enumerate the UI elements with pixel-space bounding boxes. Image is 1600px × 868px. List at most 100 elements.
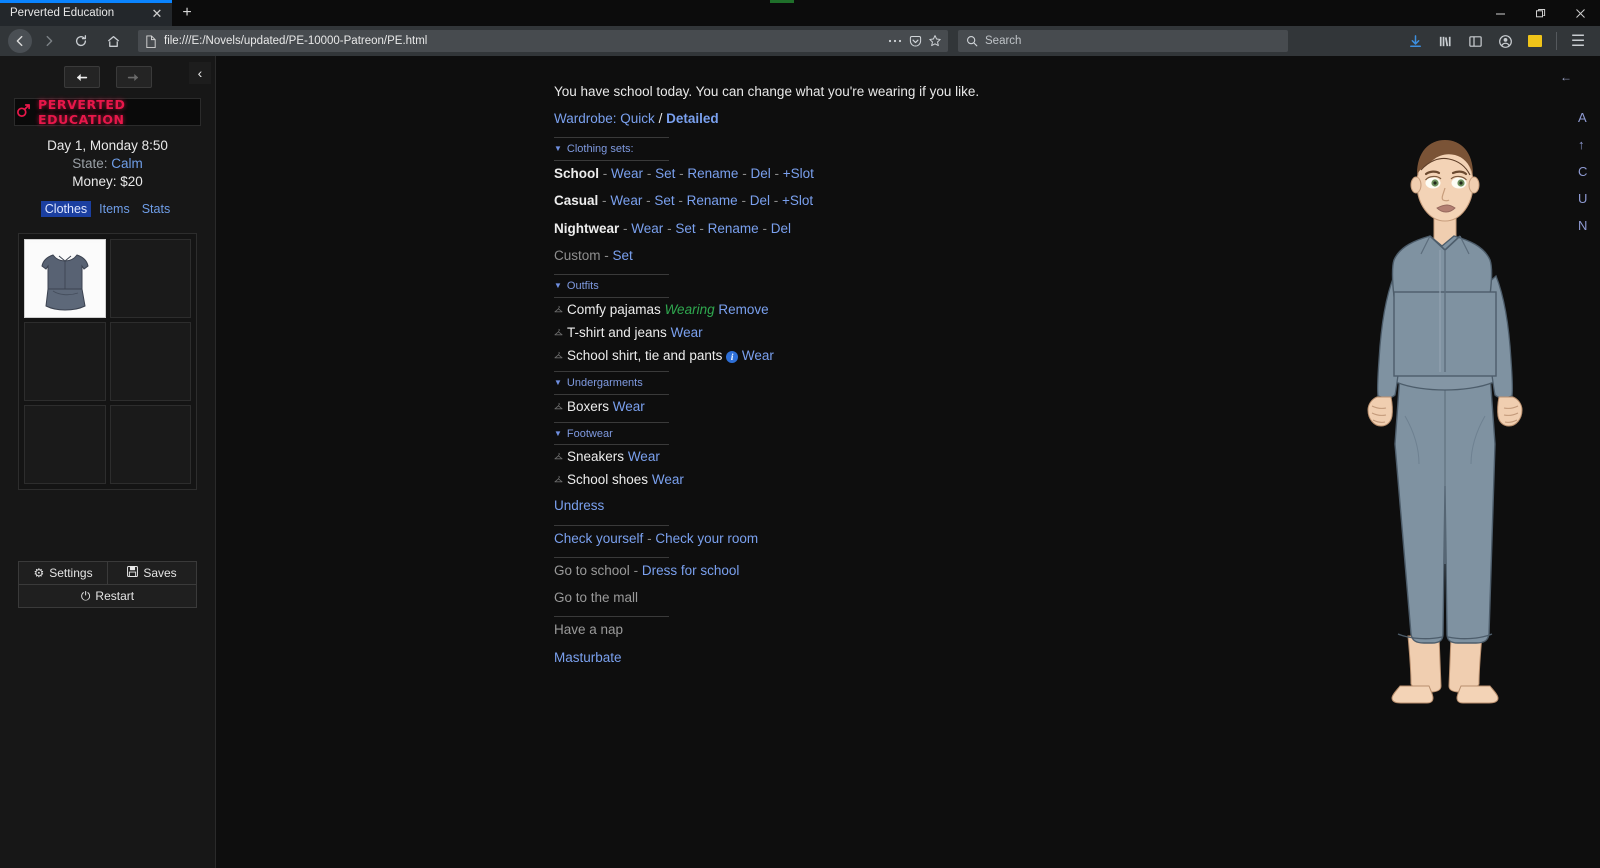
set-set-link[interactable]: Set [655,166,675,181]
bookmark-star-icon[interactable] [928,34,942,48]
inventory-slot[interactable] [109,322,191,401]
inventory-slot[interactable] [24,239,106,318]
settings-button[interactable]: ⚙ Settings [18,561,108,585]
home-button[interactable] [98,28,128,54]
set-wear-link[interactable]: Wear [611,166,643,181]
extension-badge-icon[interactable] [1521,28,1549,54]
inventory-slot[interactable] [24,405,106,484]
back-button[interactable] [8,29,32,53]
pocket-icon[interactable] [908,34,922,48]
sidebar-forward-button[interactable] [115,66,152,88]
toolbar-divider [1556,32,1557,50]
footwear-header[interactable]: ▼ Footwear [554,427,1194,442]
set-del-link[interactable]: Del [750,193,770,208]
game-title: PERVERTED EDUCATION [38,97,126,127]
divider [554,137,669,139]
tab-strip: Perverted Education ✕ + [0,0,202,26]
footwear-wear-link[interactable]: Wear [628,449,660,464]
check-yourself-link[interactable]: Check yourself [554,531,643,546]
tab-clothes[interactable]: Clothes [40,201,92,217]
clothing-sets-label: Clothing sets: [566,143,634,156]
browser-window: Perverted Education ✕ + file:///E:/Novel… [0,0,1600,868]
chevron-down-icon: ▼ [554,280,562,290]
school-row: Go to school - Dress for school [554,562,1194,580]
clothing-sets-header[interactable]: ▼ Clothing sets: [554,142,1194,157]
restart-button[interactable]: ⏻ Restart [18,585,197,608]
window-controls [1480,0,1600,26]
dress-for-school-link[interactable]: Dress for school [642,563,740,578]
forward-button[interactable] [34,28,64,54]
minimize-button[interactable] [1480,0,1520,26]
sep: - [602,193,607,209]
set-set-link[interactable]: Set [654,193,674,208]
wardrobe-label: Wardrobe: [554,111,617,126]
set-del-link[interactable]: Del [750,166,770,181]
close-icon[interactable]: ✕ [148,4,166,22]
page-actions-icon[interactable] [888,34,902,48]
game-logo: PERVERTED EDUCATION [14,97,201,127]
inventory-slot[interactable] [109,405,191,484]
inventory-slot[interactable] [24,322,106,401]
app-menu-icon[interactable]: ☰ [1564,28,1592,54]
outfit-row: Comfy pajamas Wearing Remove [554,302,1194,317]
new-tab-button[interactable]: + [172,0,202,26]
account-icon[interactable] [1491,28,1519,54]
floppy-disk-icon [127,566,139,580]
set-wear-link[interactable]: Wear [631,221,663,236]
undergarments-header[interactable]: ▼ Undergarments [554,376,1194,391]
tab-items[interactable]: Items [95,201,134,217]
outfit-wear-link[interactable]: Wear [742,348,774,363]
sidebar-collapse-button[interactable]: ‹ [189,62,211,84]
set-set-link[interactable]: Set [675,221,695,236]
restore-button[interactable] [1520,0,1560,26]
rail-key-u[interactable]: U [1578,192,1587,205]
set-del-link[interactable]: Del [771,221,791,236]
info-icon[interactable]: i [726,350,739,363]
set-wear-link[interactable]: Wear [610,193,642,208]
set-set-link[interactable]: Set [613,248,633,263]
browser-tab[interactable]: Perverted Education ✕ [0,0,172,26]
outfit-row: T-shirt and jeans Wear [554,325,1194,340]
set-addslot-link[interactable]: +Slot [782,193,813,208]
footwear-row: Sneakers Wear [554,449,1194,464]
rail-back-arrow-icon[interactable]: ← [1560,70,1572,84]
masturbate-link[interactable]: Masturbate [554,650,622,665]
outfits-label: Outfits [566,279,599,292]
rail-key-a[interactable]: A [1578,111,1587,124]
rail-key-c[interactable]: C [1578,165,1587,178]
undress-link[interactable]: Undress [554,498,604,513]
set-addslot-link[interactable]: +Slot [783,166,814,181]
undergarment-wear-link[interactable]: Wear [613,399,645,414]
rail-key-up[interactable]: ↑ [1578,138,1585,151]
footwear-name: Sneakers [567,449,625,465]
tab-stats[interactable]: Stats [138,201,175,217]
reload-button[interactable] [66,28,96,54]
outfits-header[interactable]: ▼ Outfits [554,279,1194,294]
wardrobe-detailed-link[interactable]: Detailed [666,111,719,126]
rail-key-n[interactable]: N [1578,219,1587,232]
sep: - [762,220,767,236]
outfit-wear-link[interactable]: Wear [671,325,703,340]
search-bar[interactable]: Search [958,30,1288,52]
sidebar-back-button[interactable] [63,66,100,88]
address-bar[interactable]: file:///E:/Novels/updated/PE-10000-Patre… [138,30,948,52]
downloads-icon[interactable] [1401,28,1429,54]
divider [554,524,669,526]
footwear-wear-link[interactable]: Wear [652,472,684,487]
chevron-down-icon: ▼ [554,377,562,387]
set-rename-link[interactable]: Rename [687,166,738,181]
outfit-remove-link[interactable]: Remove [718,302,768,317]
state-value[interactable]: Calm [111,156,143,171]
sidebar-icon[interactable] [1461,28,1489,54]
state-label: State: [72,156,108,171]
wardrobe-quick-link[interactable]: Quick [620,111,655,126]
saves-button[interactable]: Saves [108,561,197,585]
clothing-set-row: Casual - Wear - Set - Rename - Del - +Sl… [554,192,1194,210]
set-rename-link[interactable]: Rename [687,193,738,208]
library-icon[interactable] [1431,28,1459,54]
close-window-button[interactable] [1560,0,1600,26]
inventory-slot[interactable] [109,239,191,318]
set-name: Nightwear [554,220,620,236]
check-room-link[interactable]: Check your room [655,531,758,546]
set-rename-link[interactable]: Rename [708,221,759,236]
